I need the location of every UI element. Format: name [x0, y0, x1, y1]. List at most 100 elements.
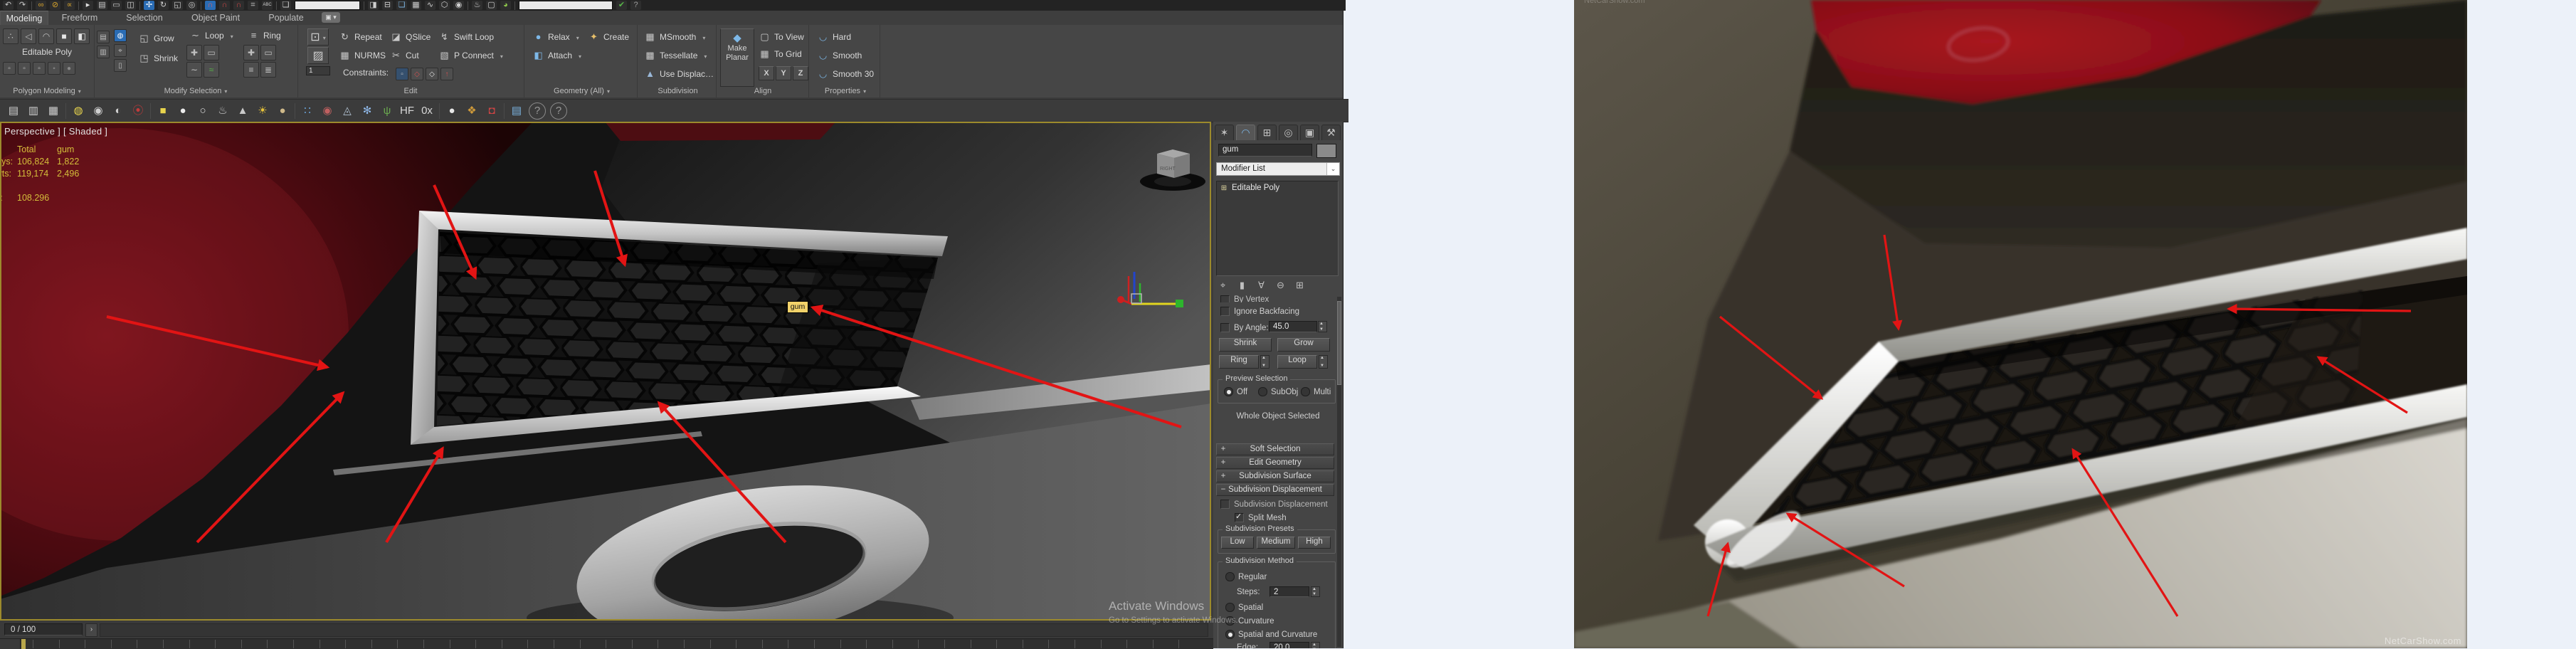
scene-explorer-icon[interactable]: ▥: [26, 103, 41, 119]
modifier-stack[interactable]: ⊞ Editable Poly: [1216, 181, 1339, 276]
schematic-list-icon[interactable]: ▤: [509, 103, 524, 119]
sun-icon[interactable]: ☀: [255, 103, 270, 119]
polygon-mode-icon[interactable]: ■: [56, 28, 72, 44]
attach-button[interactable]: ◧ Attach: [532, 49, 581, 61]
ring-line2-icon[interactable]: ≣: [260, 62, 276, 78]
grass-icon[interactable]: ψ: [379, 103, 395, 119]
align-y-button[interactable]: Y: [776, 66, 791, 80]
remove-modifier-icon[interactable]: ⊖: [1275, 280, 1286, 290]
layer-explorer-icon[interactable]: ▤: [6, 103, 21, 119]
camera-icon[interactable]: ◉: [90, 103, 106, 119]
by-vertex-checkbox[interactable]: By Vertex: [1220, 295, 1269, 302]
pconnect-button[interactable]: ▧ P Connect: [438, 49, 503, 61]
ring-rect-icon[interactable]: ▭: [260, 45, 276, 60]
ms-flask-icon[interactable]: ▯: [114, 59, 127, 72]
cut-button[interactable]: ✂ Cut: [390, 49, 419, 61]
unlink-selection-icon[interactable]: ⊘: [50, 1, 60, 10]
rollout-subdivision-displacement[interactable]: − Subdivision Displacement: [1216, 484, 1334, 496]
element-mode-icon[interactable]: ◧: [74, 28, 90, 44]
swift-loop-button[interactable]: ↯ Swift Loop: [438, 31, 494, 43]
snap-toggle-icon[interactable]: ∩: [205, 1, 216, 10]
constraint-face-icon[interactable]: ◇: [426, 68, 438, 80]
preview-off-radio[interactable]: Off: [1224, 387, 1247, 396]
tab-object-paint[interactable]: Object Paint: [182, 11, 249, 25]
cone-icon[interactable]: ▲: [235, 103, 250, 119]
preset-low-button[interactable]: Low: [1221, 537, 1254, 549]
sphere-white-icon[interactable]: ●: [444, 103, 460, 119]
panel-footer-edit[interactable]: Edit: [297, 87, 524, 97]
motion-tab-icon[interactable]: ◎: [1279, 125, 1298, 140]
modify-tab-icon[interactable]: ◠: [1236, 125, 1255, 140]
msmooth-button[interactable]: ▦ MSmooth: [644, 31, 705, 43]
egg-icon[interactable]: ●: [275, 103, 290, 119]
ring-selection-button[interactable]: Ring: [1219, 355, 1259, 369]
vertex-mode-icon[interactable]: ∴: [3, 28, 19, 44]
grow-button[interactable]: ◱ Grow: [138, 32, 174, 44]
rollout-subdivision-surface[interactable]: + Subdivision Surface: [1216, 470, 1334, 482]
undo-icon[interactable]: ↶: [3, 1, 14, 10]
snowflake-icon[interactable]: ✻: [359, 103, 375, 119]
use-displacement-button[interactable]: ▲ Use Displac…: [644, 68, 714, 80]
space-warp-icon[interactable]: ◬: [339, 103, 355, 119]
create-tab-icon[interactable]: ✶: [1215, 125, 1234, 140]
object-name-field[interactable]: gum: [1218, 144, 1312, 157]
video-camera-icon[interactable]: ⦿: [130, 103, 146, 119]
workspace-field[interactable]: [519, 1, 613, 10]
ring-plus-icon[interactable]: ✚: [243, 45, 259, 60]
panel-footer-geometry[interactable]: Geometry (All): [527, 87, 637, 97]
track-bar[interactable]: [0, 638, 1213, 649]
pm-tool1-icon[interactable]: ▫: [3, 62, 16, 75]
loop-selection-button[interactable]: Loop: [1277, 355, 1317, 369]
select-by-name-icon[interactable]: ▤: [97, 1, 107, 10]
trackbar-marker[interactable]: [21, 639, 26, 649]
configure-modifier-sets-icon[interactable]: ⊞: [1294, 280, 1305, 290]
show-end-result-icon[interactable]: ▮: [1237, 280, 1247, 290]
by-angle-checkbox[interactable]: By Angle:: [1220, 323, 1269, 332]
hierarchy-tab-icon[interactable]: ⊞: [1257, 125, 1277, 140]
panel-footer-align[interactable]: Align: [717, 87, 808, 97]
select-and-link-icon[interactable]: ∞: [36, 1, 46, 10]
repeat-button[interactable]: ↻ Repeat: [339, 31, 382, 43]
tab-selection[interactable]: Selection: [118, 11, 171, 25]
loop-dash-icon[interactable]: ≈: [204, 62, 219, 78]
redo-icon[interactable]: ↷: [17, 1, 28, 10]
method-curvature-radio[interactable]: Curvature: [1225, 616, 1274, 626]
abc-snaps-icon[interactable]: ABC: [262, 1, 273, 10]
loop-button[interactable]: ∼ Loop: [189, 29, 233, 41]
by-angle-spinner[interactable]: [1318, 321, 1327, 332]
shrink-button[interactable]: ◳ Shrink: [138, 52, 178, 64]
pm-tool3-icon[interactable]: ▫: [33, 62, 46, 75]
panel-footer-modify-selection[interactable]: Modify Selection: [94, 87, 297, 97]
light-lister-icon[interactable]: ◍: [70, 103, 86, 119]
pivot-center-icon[interactable]: ◎: [186, 1, 197, 10]
render-setup-icon[interactable]: ♨: [472, 1, 482, 10]
preview-multi-radio[interactable]: Multi: [1301, 387, 1331, 396]
bind-to-space-warp-icon[interactable]: ∝: [64, 1, 75, 10]
to-view-button[interactable]: ▢ To View: [759, 31, 803, 43]
rollout-soft-selection[interactable]: + Soft Selection: [1216, 443, 1334, 455]
loop-spinner[interactable]: [1319, 355, 1328, 369]
next-frame-button[interactable]: ›: [85, 623, 97, 637]
material-outline-icon[interactable]: ○: [195, 103, 211, 119]
ms-list2-icon[interactable]: ▥: [97, 46, 110, 58]
select-object-icon[interactable]: ▸: [83, 1, 93, 10]
method-spatial-radio[interactable]: Spatial: [1225, 603, 1263, 612]
border-mode-icon[interactable]: ◠: [38, 28, 54, 44]
ring-button[interactable]: ≡ Ring: [248, 29, 281, 41]
ring-spinner[interactable]: [1260, 355, 1269, 369]
ring-line1-icon[interactable]: ≡: [243, 62, 259, 78]
steps-spinner[interactable]: [1311, 586, 1320, 597]
spheres-icon[interactable]: ◉: [320, 103, 335, 119]
stack-item-editable-poly[interactable]: ⊞ Editable Poly: [1217, 181, 1338, 194]
panel-footer-subdivision[interactable]: Subdivision: [640, 87, 716, 97]
fur-0x-icon[interactable]: 0x: [419, 103, 435, 119]
utilities-tab-icon[interactable]: ⚒: [1321, 125, 1341, 140]
percent-snap-icon[interactable]: ∩: [233, 1, 244, 10]
perspective-viewport[interactable]: RIGHT Perspective ] [ Shaded ] Total gum…: [0, 122, 1211, 621]
smooth-button[interactable]: ◡ Smooth: [817, 49, 862, 61]
viewport-label[interactable]: Perspective ] [ Shaded ]: [4, 126, 107, 137]
pm-tool2-icon[interactable]: ▫: [18, 62, 31, 75]
edge-mode-icon[interactable]: ◁: [21, 28, 36, 44]
smooth-30-button[interactable]: ◡ Smooth 30: [817, 68, 874, 80]
object-color-swatch[interactable]: [1316, 144, 1336, 158]
